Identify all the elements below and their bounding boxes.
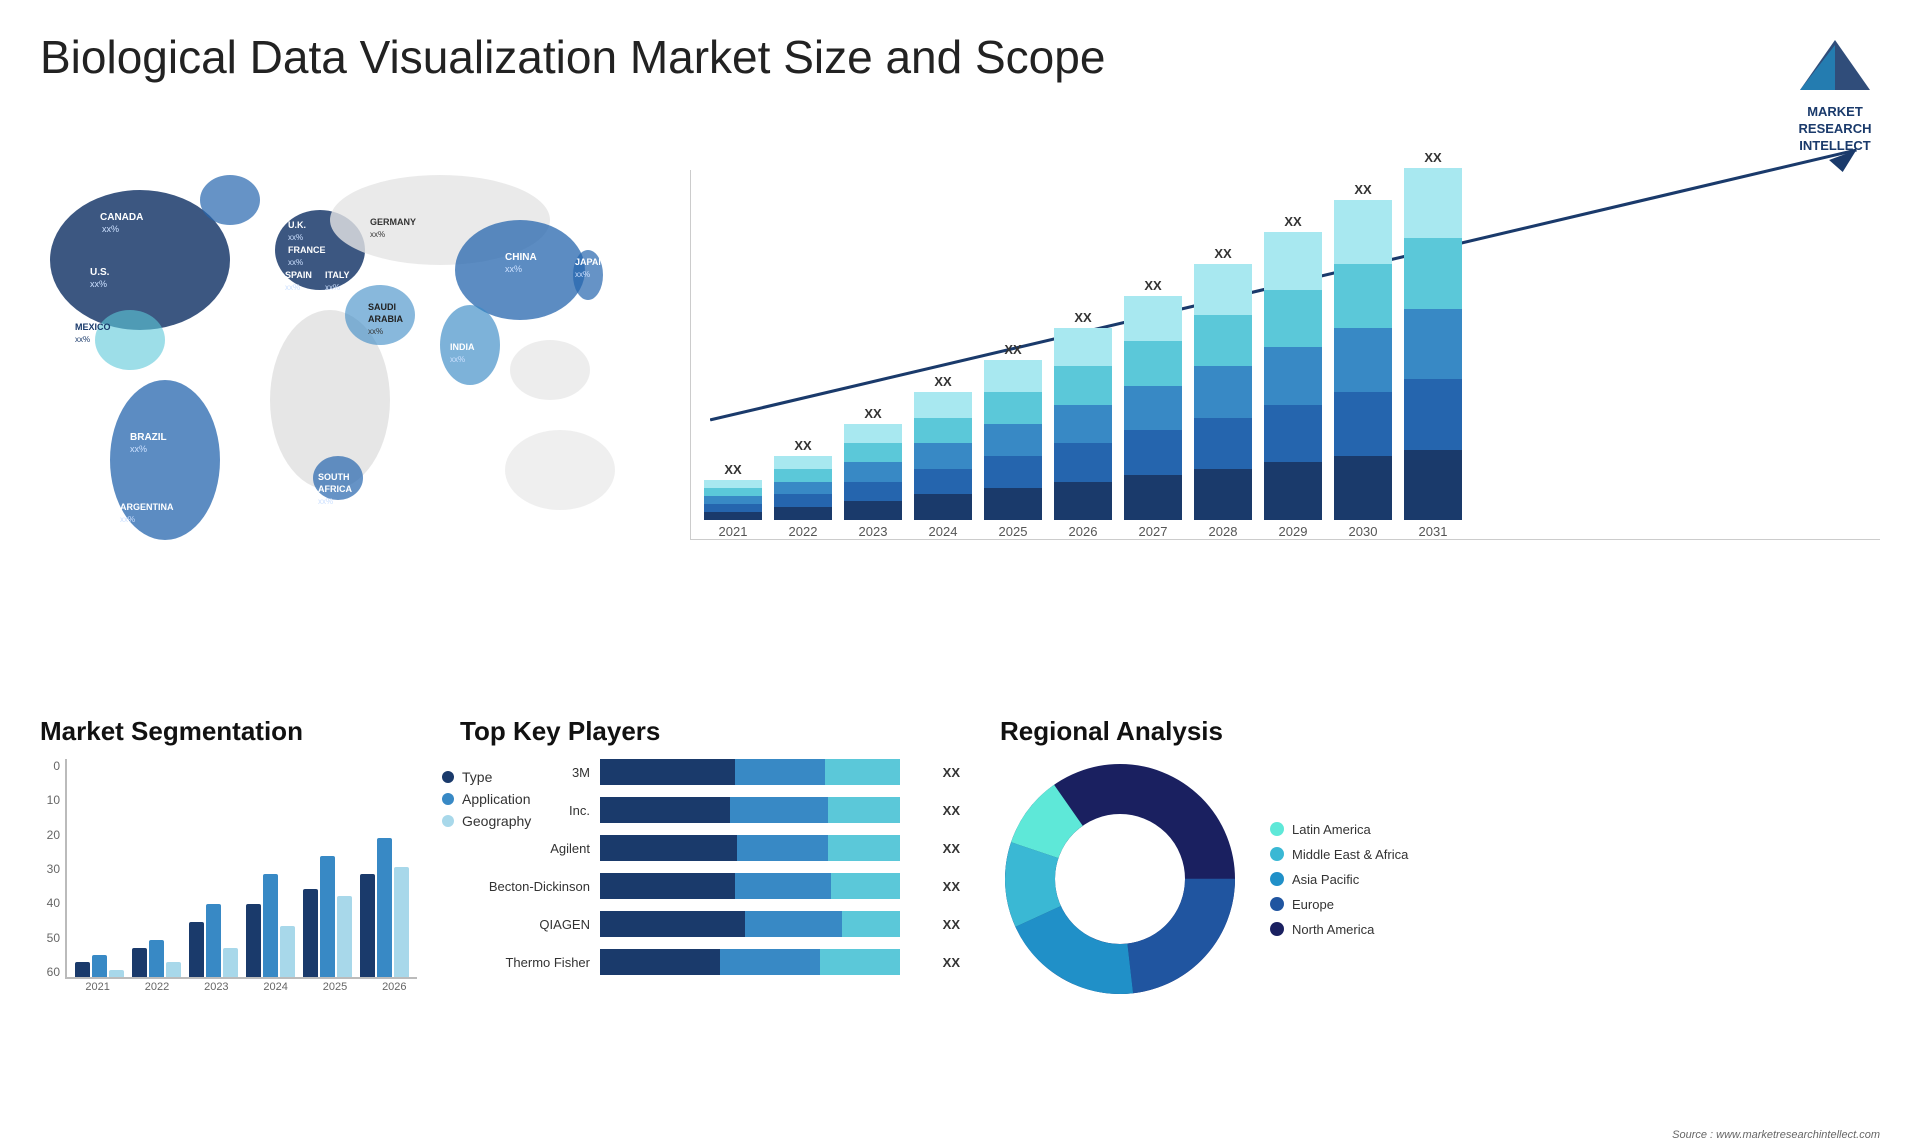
seg-y-axis: 6050403020100	[40, 759, 65, 979]
svg-text:SAUDI: SAUDI	[368, 302, 396, 312]
svg-text:xx%: xx%	[450, 355, 465, 364]
svg-text:ITALY: ITALY	[325, 270, 350, 280]
svg-text:xx%: xx%	[370, 230, 385, 239]
svg-text:ARGENTINA: ARGENTINA	[120, 502, 174, 512]
svg-text:MEXICO: MEXICO	[75, 322, 111, 332]
svg-text:SOUTH: SOUTH	[318, 472, 350, 482]
svg-text:xx%: xx%	[102, 224, 119, 234]
middle-east-dot	[1270, 847, 1284, 861]
asia-pacific-dot	[1270, 872, 1284, 886]
geo-dot	[442, 815, 454, 827]
key-players-section: Top Key Players 3MXX Inc.XX AgilentXX Becto…	[460, 716, 960, 1116]
world-map: CANADA xx% U.S. xx% MEXICO xx% BRAZIL xx…	[20, 120, 650, 620]
svg-text:xx%: xx%	[130, 444, 147, 454]
svg-text:xx%: xx%	[90, 279, 107, 289]
svg-text:U.S.: U.S.	[90, 267, 110, 278]
donut-chart	[1000, 759, 1240, 999]
svg-text:GERMANY: GERMANY	[370, 217, 416, 227]
player-row: Inc.XX	[460, 797, 960, 823]
north-america-dot	[1270, 922, 1284, 936]
player-row: 3MXX	[460, 759, 960, 785]
svg-text:AFRICA: AFRICA	[318, 484, 352, 494]
svg-text:xx%: xx%	[505, 264, 522, 274]
segmentation-title: Market Segmentation	[40, 716, 420, 747]
svg-text:xx%: xx%	[575, 270, 590, 279]
player-row: AgilentXX	[460, 835, 960, 861]
segmentation-section: Market Segmentation 6050403020100 Type	[40, 716, 420, 1116]
svg-text:xx%: xx%	[285, 283, 300, 292]
bottom-sections: Market Segmentation 6050403020100 Type	[0, 716, 1920, 1116]
key-players-title: Top Key Players	[460, 716, 960, 747]
svg-text:FRANCE: FRANCE	[288, 245, 326, 255]
source-text: Source : www.marketresearchintellect.com	[1672, 1129, 1880, 1141]
regional-content: Latin America Middle East & Africa Asia …	[1000, 759, 1880, 999]
app-dot	[442, 793, 454, 805]
svg-text:xx%: xx%	[318, 497, 333, 506]
main-bar-chart: XX2021XX2022XX2023XX2024XX2025XX2026XX20…	[660, 120, 1880, 640]
svg-text:U.K.: U.K.	[288, 220, 306, 230]
svg-text:xx%: xx%	[75, 335, 90, 344]
legend-latin-america: Latin America	[1270, 822, 1408, 837]
regional-section: Regional Analysis Latin America	[1000, 716, 1880, 1116]
legend-europe: Europe	[1270, 897, 1408, 912]
regional-title: Regional Analysis	[1000, 716, 1880, 747]
svg-text:INDIA: INDIA	[450, 342, 475, 352]
player-row: QIAGENXX	[460, 911, 960, 937]
svg-text:xx%: xx%	[288, 258, 303, 267]
europe-dot	[1270, 897, 1284, 911]
svg-text:xx%: xx%	[368, 327, 383, 336]
logo-icon	[1790, 30, 1880, 100]
svg-text:xx%: xx%	[288, 233, 303, 242]
type-dot	[442, 771, 454, 783]
legend-asia-pacific: Asia Pacific	[1270, 872, 1408, 887]
legend-north-america: North America	[1270, 922, 1408, 937]
main-bar-area: XX2021XX2022XX2023XX2024XX2025XX2026XX20…	[690, 170, 1880, 540]
svg-text:xx%: xx%	[325, 283, 340, 292]
seg-bar-area	[65, 759, 417, 979]
svg-text:xx%: xx%	[120, 515, 135, 524]
regional-legend: Latin America Middle East & Africa Asia …	[1270, 822, 1408, 937]
legend-middle-east: Middle East & Africa	[1270, 847, 1408, 862]
svg-text:CANADA: CANADA	[100, 212, 143, 223]
svg-text:CHINA: CHINA	[505, 252, 537, 263]
player-row: Becton-DickinsonXX	[460, 873, 960, 899]
player-row: Thermo FisherXX	[460, 949, 960, 975]
svg-text:ARABIA: ARABIA	[368, 314, 403, 324]
svg-text:BRAZIL: BRAZIL	[130, 432, 167, 443]
svg-text:JAPAN: JAPAN	[575, 257, 605, 267]
svg-text:SPAIN: SPAIN	[285, 270, 312, 280]
players-list: 3MXX Inc.XX AgilentXX Becton-DickinsonXX QIA…	[460, 759, 960, 975]
latin-america-dot	[1270, 822, 1284, 836]
page-title: Biological Data Visualization Market Siz…	[40, 30, 1105, 85]
